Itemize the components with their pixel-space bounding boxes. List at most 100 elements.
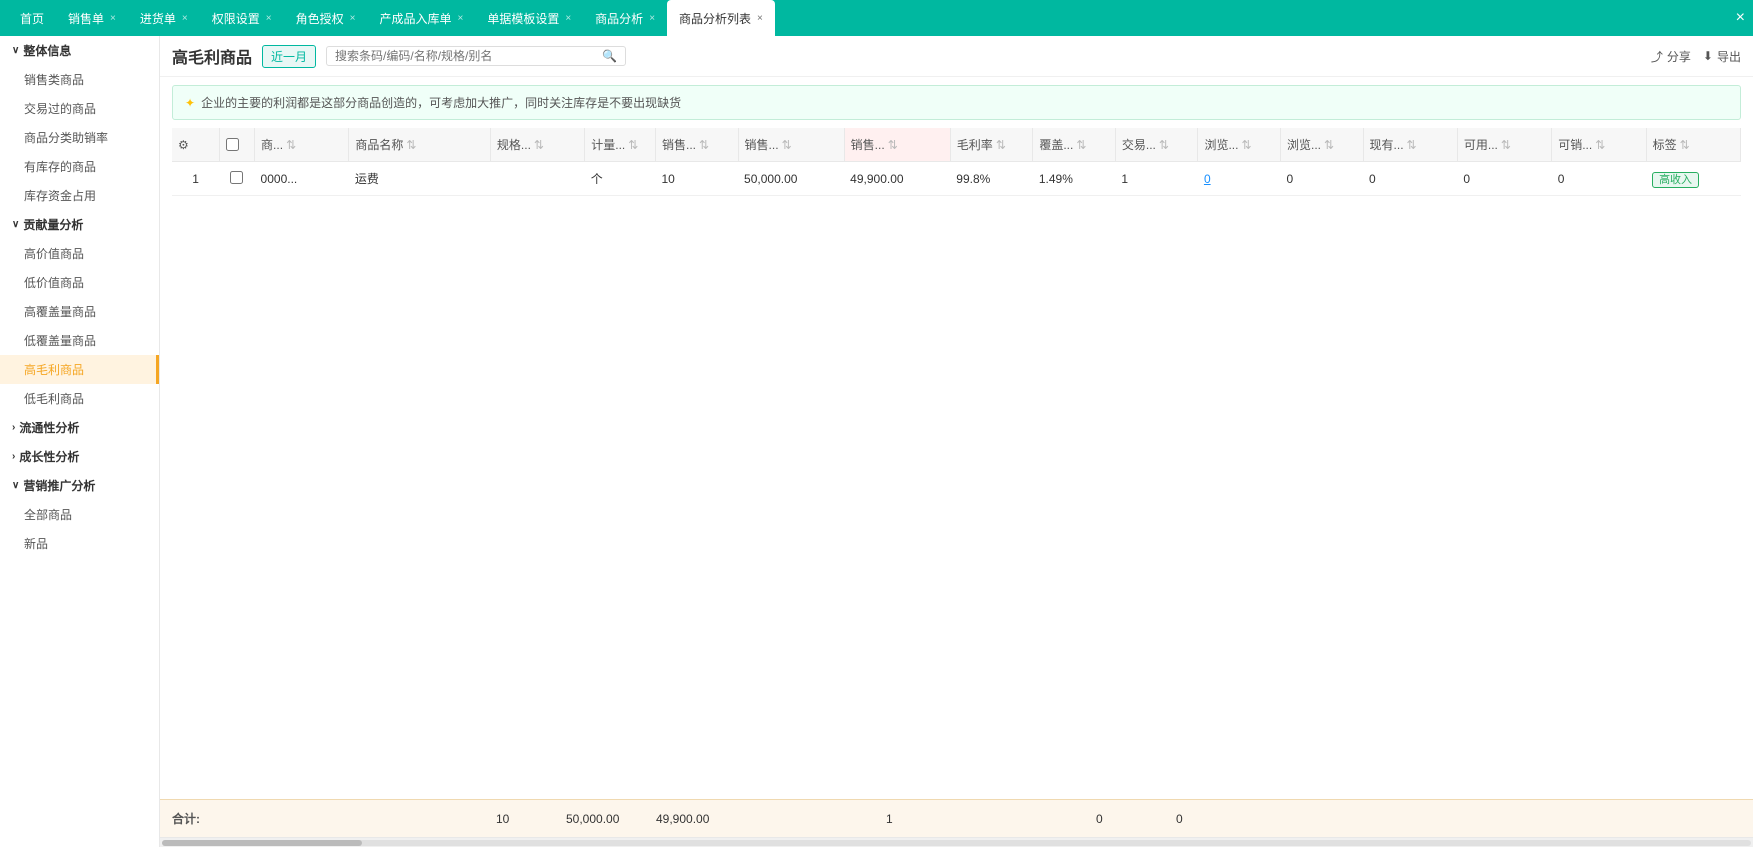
tab-home[interactable]: 首页 [8,0,56,36]
cell-name: 运费 [349,162,491,196]
header-actions: ⤴ 分享 ⬇ 导出 [1651,48,1741,65]
close-icon[interactable]: × [757,13,763,24]
col-header-code[interactable]: 商...⇅ [255,128,349,162]
cell-current: 0 [1363,162,1457,196]
table-container: ⚙ 商...⇅ 商品名称⇅ 规格...⇅ [160,128,1753,799]
sidebar-section-liquidity[interactable]: › 流通性分析 [0,413,159,442]
cell-index: 1 [172,162,219,196]
tab-sales-order[interactable]: 销售单 × [56,0,128,36]
cell-spec [490,162,584,196]
tab-product-analysis-list[interactable]: 商品分析列表 × [667,0,775,36]
col-header-browse2[interactable]: 浏览...⇅ [1280,128,1363,162]
cell-browse2: 0 [1280,162,1363,196]
sidebar-item-low-coverage[interactable]: 低覆盖量商品 [0,326,159,355]
col-header-profit-rate[interactable]: 毛利率⇅ [950,128,1033,162]
table-footer: 合计: 10 50,000.00 49,900.00 1 0 0 [160,799,1753,837]
tab-purchase-order[interactable]: 进货单 × [128,0,200,36]
col-header-sales-profit[interactable]: 销售...⇅ [844,128,950,162]
main-layout: « ∨ 整体信息 销售类商品 交易过的商品 商品分类助销率 有库存的商品 库存资… [0,36,1753,847]
col-header-cover[interactable]: 覆盖...⇅ [1033,128,1116,162]
close-icon[interactable]: × [182,13,188,24]
table-row: 1 0000... 运费 个 10 50,000.00 49,900.00 99… [172,162,1741,196]
export-button[interactable]: ⬇ 导出 [1703,48,1741,65]
sidebar-item-all-goods[interactable]: 全部商品 [0,500,159,529]
col-header-sales-amt[interactable]: 销售...⇅ [738,128,844,162]
scrollbar-track [162,840,1751,846]
footer-cell-current: 0 [1090,812,1170,826]
cell-sales-profit: 49,900.00 [844,162,950,196]
row-checkbox[interactable] [230,171,243,184]
col-header-name[interactable]: 商品名称⇅ [349,128,491,162]
tab-permission-settings[interactable]: 权限设置 × [200,0,284,36]
search-box: 🔍 [326,46,626,66]
col-header-tag[interactable]: 标签⇅ [1646,128,1740,162]
col-header-check [219,128,254,162]
tab-product-analysis[interactable]: 商品分析 × [583,0,667,36]
select-all-checkbox[interactable] [226,138,239,151]
sort-icon: ⇅ [1076,138,1086,152]
close-icon[interactable]: × [350,13,356,24]
cell-code: 0000... [255,162,349,196]
chevron-down-icon: ∨ [12,219,19,230]
col-header-trade[interactable]: 交易...⇅ [1115,128,1198,162]
sidebar-item-high-margin[interactable]: 高毛利商品 [0,355,159,384]
period-button[interactable]: 近一月 [262,45,316,68]
col-header-unit[interactable]: 计量...⇅ [585,128,656,162]
sidebar-item-low-value[interactable]: 低价值商品 [0,268,159,297]
top-nav: 首页 销售单 × 进货单 × 权限设置 × 角色授权 × 产成品入库单 × 单据… [0,0,1753,36]
sidebar-item-new-goods[interactable]: 新品 [0,529,159,558]
sidebar-item-stock-capital[interactable]: 库存资金占用 [0,181,159,210]
col-header-index: ⚙ [172,128,219,162]
tab-finished-goods[interactable]: 产成品入库单 × [367,0,475,36]
cell-tag: 高收入 [1646,162,1740,196]
col-header-spec[interactable]: 规格...⇅ [490,128,584,162]
sidebar-item-traded-goods[interactable]: 交易过的商品 [0,94,159,123]
sidebar-item-low-margin[interactable]: 低毛利商品 [0,384,159,413]
close-icon[interactable]: × [110,13,116,24]
cell-sales-amt: 50,000.00 [738,162,844,196]
cell-check[interactable] [219,162,254,196]
tab-role-auth[interactable]: 角色授权 × [284,0,368,36]
footer-cell-spacer [210,812,490,826]
footer-cells: 10 50,000.00 49,900.00 1 0 0 [210,812,1741,826]
close-icon[interactable]: × [565,13,571,24]
close-icon[interactable]: × [266,13,272,24]
share-button[interactable]: ⤴ 分享 [1651,48,1691,65]
col-header-browse1[interactable]: 浏览...⇅ [1198,128,1281,162]
sidebar-section-overall[interactable]: ∨ 整体信息 [0,36,159,65]
sidebar-section-growth[interactable]: › 成长性分析 [0,442,159,471]
sort-icon: ⇅ [1595,138,1605,152]
sort-icon: ⇅ [888,138,898,152]
tab-template-settings[interactable]: 单据模板设置 × [475,0,583,36]
search-input[interactable] [335,49,598,63]
footer-cell-browse2 [1020,812,1090,826]
cell-browse1[interactable]: 0 [1198,162,1281,196]
page-title: 高毛利商品 [172,44,252,68]
sidebar-item-sales-goods[interactable]: 销售类商品 [0,65,159,94]
sort-icon: ⇅ [1324,138,1334,152]
sidebar-section-marketing[interactable]: ∨ 营销推广分析 [0,471,159,500]
sort-icon: ⇅ [1501,138,1511,152]
col-header-available[interactable]: 可用...⇅ [1457,128,1551,162]
sidebar-item-high-coverage[interactable]: 高覆盖量商品 [0,297,159,326]
sort-icon: ⇅ [406,138,416,152]
sidebar-item-in-stock[interactable]: 有库存的商品 [0,152,159,181]
search-icon[interactable]: 🔍 [602,49,617,63]
settings-icon[interactable]: ⚙ [178,138,189,152]
horizontal-scrollbar[interactable] [160,837,1753,847]
sidebar-section-contribution[interactable]: ∨ 贡献量分析 [0,210,159,239]
footer-cell-trade: 1 [880,812,950,826]
close-all-button[interactable]: × [1736,9,1745,27]
col-header-sellable[interactable]: 可销...⇅ [1552,128,1646,162]
sidebar-item-category-rate[interactable]: 商品分类助销率 [0,123,159,152]
sidebar-item-high-value[interactable]: 高价值商品 [0,239,159,268]
close-icon[interactable]: × [649,13,655,24]
footer-cell-sales-qty: 10 [490,812,560,826]
scrollbar-thumb[interactable] [162,840,362,846]
footer-cell-profit-rate [740,812,810,826]
col-header-current[interactable]: 现有...⇅ [1363,128,1457,162]
sidebar-toggle[interactable]: « [159,422,160,462]
close-icon[interactable]: × [457,13,463,24]
col-header-sales-qty[interactable]: 销售...⇅ [656,128,739,162]
footer-cell-sales-amt: 50,000.00 [560,812,650,826]
